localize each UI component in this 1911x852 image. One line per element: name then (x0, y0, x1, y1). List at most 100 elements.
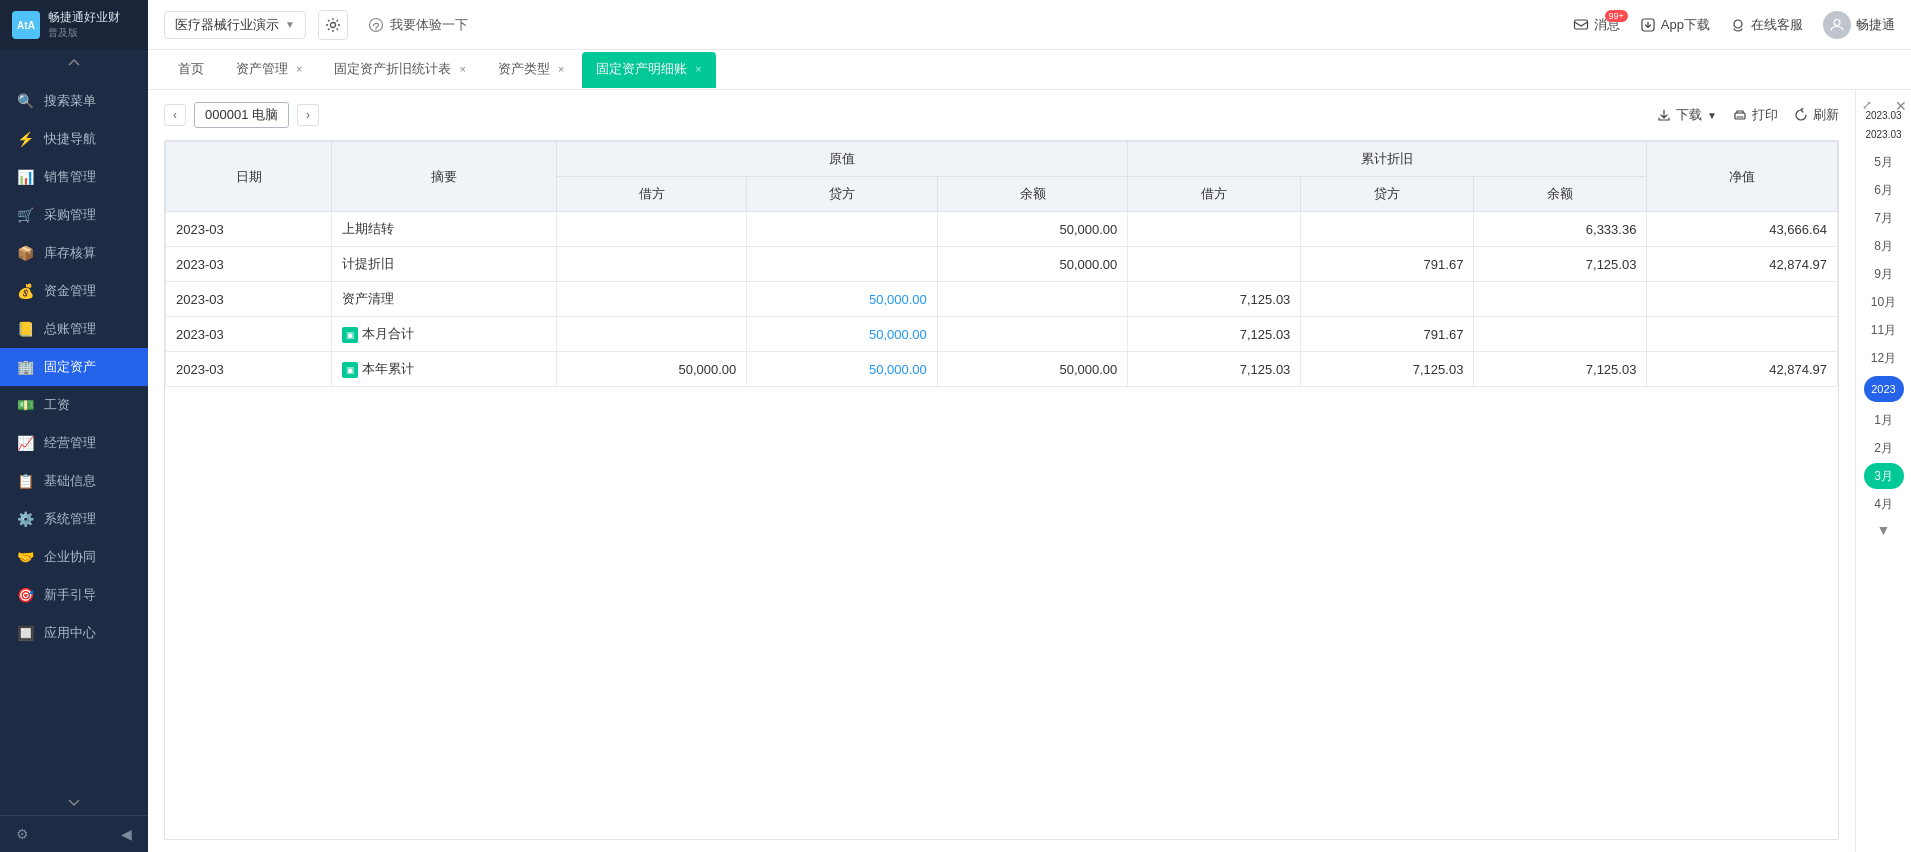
settings-icon[interactable]: ⚙ (16, 826, 29, 842)
asset-next-button[interactable]: › (297, 104, 319, 126)
customer-service-label: 在线客服 (1751, 16, 1803, 34)
asset-prev-button[interactable]: ‹ (164, 104, 186, 126)
app-download-button[interactable]: App下载 (1640, 16, 1710, 34)
sidebar-item-sales[interactable]: 📊 销售管理 (0, 158, 148, 196)
download-arrow-icon: ▼ (1707, 110, 1717, 121)
table-section: ‹ 000001 电脑 › 下载 ▼ (148, 90, 1855, 852)
sidebar-item-label-inventory: 库存核算 (44, 244, 96, 262)
cell-acc-balance: 7,125.03 (1474, 247, 1647, 282)
sidebar-item-label-appcenter: 应用中心 (44, 624, 96, 642)
refresh-button[interactable]: 刷新 (1794, 106, 1839, 124)
cell-orig-debit: 50,000.00 (556, 352, 747, 387)
experience-label: 我要体验一下 (390, 16, 468, 34)
sidebar-item-purchase[interactable]: 🛒 采购管理 (0, 196, 148, 234)
tab-asset-detail-close[interactable]: × (695, 63, 701, 75)
sidebar-item-operations[interactable]: 📈 经营管理 (0, 424, 148, 462)
timeline-month-2[interactable]: 2月 (1864, 435, 1904, 461)
timeline-month-7[interactable]: 7月 (1864, 205, 1904, 231)
tab-asset-type-close[interactable]: × (558, 63, 564, 75)
timeline-expand-button[interactable]: ⤢ (1862, 98, 1872, 112)
tabbar: 首页 资产管理 × 固定资产折旧统计表 × 资产类型 × 固定资产明细账 × (148, 50, 1911, 90)
svg-point-2 (375, 29, 376, 30)
svg-point-0 (330, 22, 335, 27)
tab-depreciation-stats-close[interactable]: × (459, 63, 465, 75)
settings-button[interactable] (318, 10, 348, 40)
cell-orig-credit[interactable]: 50,000.00 (747, 317, 938, 352)
timeline-month-1[interactable]: 1月 (1864, 407, 1904, 433)
timeline-month-5[interactable]: 5月 (1864, 149, 1904, 175)
tab-asset-type[interactable]: 资产类型 × (484, 52, 578, 88)
cell-orig-balance: 50,000.00 (937, 352, 1128, 387)
tab-depreciation-stats-label: 固定资产折旧统计表 (334, 60, 451, 78)
tab-asset-mgmt-close[interactable]: × (296, 63, 302, 75)
cell-orig-debit (556, 317, 747, 352)
cell-orig-debit (556, 282, 747, 317)
purchase-icon: 🛒 (16, 206, 34, 224)
sidebar-item-appcenter[interactable]: 🔲 应用中心 (0, 614, 148, 652)
download-button[interactable]: 下载 ▼ (1657, 106, 1717, 124)
tab-asset-mgmt[interactable]: 资产管理 × (222, 52, 316, 88)
sidebar-item-system[interactable]: ⚙️ 系统管理 (0, 500, 148, 538)
tab-home[interactable]: 首页 (164, 52, 218, 88)
messages-button[interactable]: 消息 99+ (1573, 16, 1620, 34)
sidebar-item-inventory[interactable]: 📦 库存核算 (0, 234, 148, 272)
table-row[interactable]: 2023-03 ▣本月合计 50,000.00 7,125.03 791.67 (166, 317, 1838, 352)
sidebar-item-guide[interactable]: 🎯 新手引导 (0, 576, 148, 614)
table-row[interactable]: 2023-03 计提折旧 50,000.00 791.67 7,125.03 4… (166, 247, 1838, 282)
sidebar-scroll-up[interactable] (0, 50, 148, 74)
table-row[interactable]: 2023-03 资产清理 50,000.00 7,125.03 (166, 282, 1838, 317)
user-menu[interactable]: 畅捷通 (1823, 11, 1895, 39)
cell-acc-debit (1128, 212, 1301, 247)
sidebar-item-fixedassets[interactable]: 🏢 固定资产 (0, 348, 148, 386)
customer-service-button[interactable]: 在线客服 (1730, 16, 1803, 34)
collapse-icon[interactable]: ◀ (121, 826, 132, 842)
sidebar-scroll-down[interactable] (0, 791, 148, 815)
tab-home-label: 首页 (178, 60, 204, 78)
search-icon: 🔍 (16, 92, 34, 110)
print-button[interactable]: 打印 (1733, 106, 1778, 124)
subtotal-icon: ▣ (342, 362, 358, 378)
timeline-month-3[interactable]: 3月 (1864, 463, 1904, 489)
tab-asset-detail[interactable]: 固定资产明细账 × (582, 52, 715, 88)
cell-net-value (1647, 282, 1838, 317)
cell-orig-credit[interactable]: 50,000.00 (747, 282, 938, 317)
sidebar-item-basics[interactable]: 📋 基础信息 (0, 462, 148, 500)
system-icon: ⚙️ (16, 510, 34, 528)
experience-button[interactable]: 我要体验一下 (368, 16, 468, 34)
company-selector[interactable]: 医疗器械行业演示 ▼ (164, 11, 306, 39)
col-summary: 摘要 (332, 142, 557, 212)
sidebar-item-label-system: 系统管理 (44, 510, 96, 528)
col-date: 日期 (166, 142, 332, 212)
content-area: ‹ 000001 电脑 › 下载 ▼ (148, 90, 1911, 852)
cell-orig-credit (747, 247, 938, 282)
timeline-month-12[interactable]: 12月 (1864, 345, 1904, 371)
tab-depreciation-stats[interactable]: 固定资产折旧统计表 × (320, 52, 479, 88)
timeline-month-9[interactable]: 9月 (1864, 261, 1904, 287)
timeline-year-2023[interactable]: 2023 (1864, 376, 1904, 402)
sidebar-item-quicknav[interactable]: ⚡ 快捷导航 (0, 120, 148, 158)
appcenter-icon: 🔲 (16, 624, 34, 642)
cell-date: 2023-03 (166, 282, 332, 317)
table-row[interactable]: 2023-03 ▣本年累计 50,000.00 50,000.00 50,000… (166, 352, 1838, 387)
timeline-month-8[interactable]: 8月 (1864, 233, 1904, 259)
timeline-scroll-down[interactable]: ▼ (1877, 522, 1891, 538)
timeline-month-10[interactable]: 10月 (1864, 289, 1904, 315)
timeline-month-4[interactable]: 4月 (1864, 491, 1904, 517)
cell-orig-credit[interactable]: 50,000.00 (747, 352, 938, 387)
cell-acc-credit (1301, 282, 1474, 317)
sidebar-app-name: 畅捷通好业财 (48, 10, 120, 26)
sidebar-app-info: 畅捷通好业财 普及版 (48, 10, 120, 40)
sidebar-item-ledger[interactable]: 📒 总账管理 (0, 310, 148, 348)
sidebar-item-payroll[interactable]: 💵 工资 (0, 386, 148, 424)
sidebar-item-funds[interactable]: 💰 资金管理 (0, 272, 148, 310)
table-row[interactable]: 2023-03 上期结转 50,000.00 6,333.36 43,666.6… (166, 212, 1838, 247)
sidebar-item-label-quicknav: 快捷导航 (44, 130, 96, 148)
timeline-month-11[interactable]: 11月 (1864, 317, 1904, 343)
cell-date: 2023-03 (166, 247, 332, 282)
timeline-close-button[interactable]: ✕ (1895, 98, 1907, 114)
sidebar-item-search[interactable]: 🔍 搜索菜单 (0, 82, 148, 120)
sidebar-item-enterprise[interactable]: 🤝 企业协同 (0, 538, 148, 576)
timeline-month-6[interactable]: 6月 (1864, 177, 1904, 203)
sidebar-header: AtA 畅捷通好业财 普及版 (0, 0, 148, 50)
cell-net-value (1647, 317, 1838, 352)
